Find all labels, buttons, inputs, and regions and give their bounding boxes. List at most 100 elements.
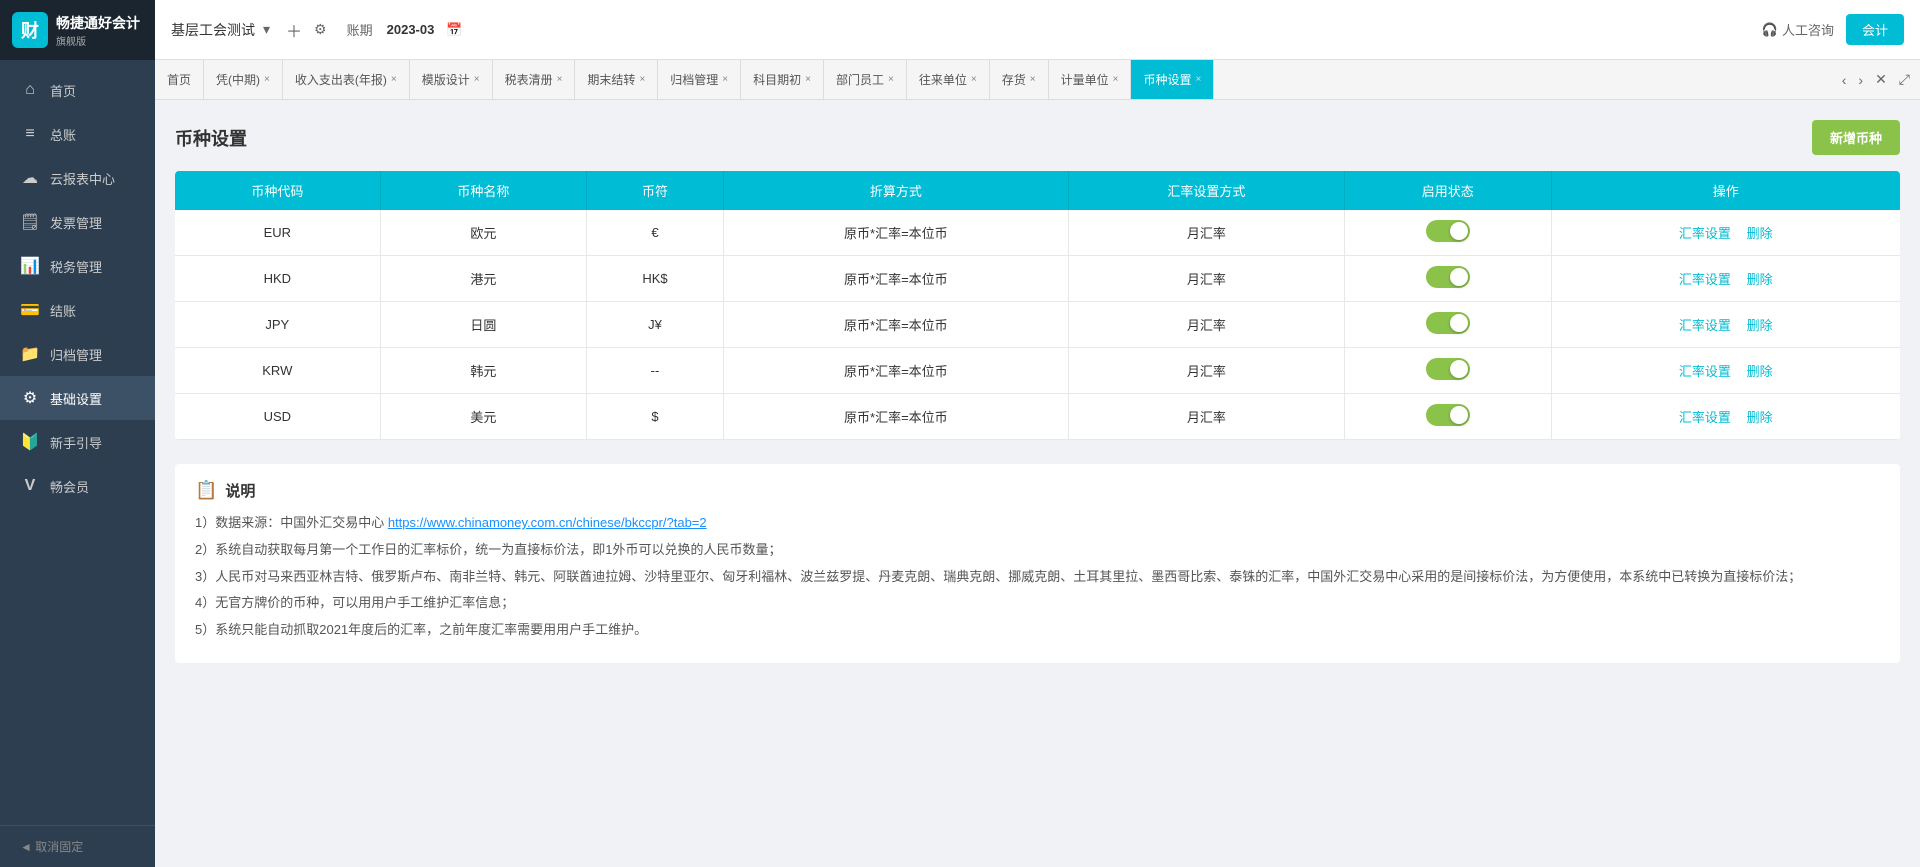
account-button[interactable]: 会计 xyxy=(1846,14,1904,45)
tab-voucher-close[interactable]: × xyxy=(264,74,270,85)
tab-period-close[interactable]: × xyxy=(639,74,645,85)
sidebar-item-home[interactable]: ⌂ 首页 xyxy=(0,68,155,112)
sidebar-item-tax[interactable]: 📊 税务管理 xyxy=(0,244,155,288)
cell-rate-type: 月汇率 xyxy=(1068,394,1344,440)
tab-voucher-label: 凭(中期) xyxy=(216,71,260,88)
sidebar-item-invoice[interactable]: 🗒 发票管理 xyxy=(0,200,155,244)
rate-setting-jpy[interactable]: 汇率设置 xyxy=(1679,318,1731,333)
content-area: 币种设置 新增币种 币种代码 币种名称 币符 折算方式 汇率设置方式 启用状态 … xyxy=(155,100,1920,867)
col-symbol: 币符 xyxy=(587,171,724,210)
delete-eur[interactable]: 删除 xyxy=(1747,226,1773,241)
ledger-icon: ≡ xyxy=(20,124,40,144)
company-dropdown-icon[interactable]: ▾ xyxy=(263,21,270,38)
cell-code: KRW xyxy=(175,348,380,394)
tab-currency-close[interactable]: × xyxy=(1195,74,1201,85)
sidebar-label-member: 畅会员 xyxy=(50,477,89,496)
sidebar-item-member[interactable]: V 畅会员 xyxy=(0,464,155,508)
cell-name: 美元 xyxy=(380,394,586,440)
help-button[interactable]: 🎧 人工咨询 xyxy=(1762,20,1834,39)
tab-template-close[interactable]: × xyxy=(474,74,480,85)
cell-code: USD xyxy=(175,394,380,440)
cell-calc: 原币*汇率=本位币 xyxy=(723,394,1068,440)
cell-action: 汇率设置 删除 xyxy=(1551,210,1900,256)
sidebar-label-ledger: 总账 xyxy=(50,125,76,144)
sidebar-label-guide: 新手引导 xyxy=(50,433,102,452)
cell-status xyxy=(1345,210,1551,256)
tab-income[interactable]: 收入支出表(年报) × xyxy=(283,60,410,100)
tab-archive-close[interactable]: × xyxy=(722,74,728,85)
tab-tax[interactable]: 税表清册 × xyxy=(493,60,576,100)
table-row: USD 美元 $ 原币*汇率=本位币 月汇率 汇率设置 删除 xyxy=(175,394,1900,440)
cell-calc: 原币*汇率=本位币 xyxy=(723,302,1068,348)
sidebar: 财 畅捷通好会计 旗舰版 ⌂ 首页 ≡ 总账 ☁ 云报表中心 🗒 发票管理 📊 … xyxy=(0,0,155,867)
sidebar-item-settings[interactable]: ⚙ 基础设置 xyxy=(0,376,155,420)
cell-status xyxy=(1345,302,1551,348)
tab-template-label: 模版设计 xyxy=(422,71,470,88)
currency-table: 币种代码 币种名称 币符 折算方式 汇率设置方式 启用状态 操作 EUR 欧元 … xyxy=(175,171,1900,440)
sidebar-pin-toggle[interactable]: ◄ 取消固定 xyxy=(0,825,155,867)
tab-dept-label: 部门员工 xyxy=(836,71,884,88)
rate-setting-krw[interactable]: 汇率设置 xyxy=(1679,364,1731,379)
tab-unit[interactable]: 计量单位 × xyxy=(1049,60,1132,100)
delete-jpy[interactable]: 删除 xyxy=(1747,318,1773,333)
tabs-close-all-icon[interactable]: ✕ xyxy=(1871,69,1891,90)
toggle-jpy[interactable] xyxy=(1426,312,1470,334)
tabs-navigation: ‹ › ✕ ⤢ xyxy=(1832,69,1920,90)
settings-nav-icon: ⚙ xyxy=(20,388,40,408)
rate-setting-eur[interactable]: 汇率设置 xyxy=(1679,226,1731,241)
tab-period-label: 期末结转 xyxy=(587,71,635,88)
tab-tax-close[interactable]: × xyxy=(557,74,563,85)
tab-home[interactable]: 首页 xyxy=(155,60,204,100)
tab-archive[interactable]: 归档管理 × xyxy=(658,60,741,100)
sidebar-item-archive[interactable]: 📁 归档管理 xyxy=(0,332,155,376)
rate-setting-hkd[interactable]: 汇率设置 xyxy=(1679,272,1731,287)
tabs-prev-icon[interactable]: ‹ xyxy=(1838,70,1851,90)
page-title: 币种设置 xyxy=(175,125,247,151)
new-currency-button[interactable]: 新增币种 xyxy=(1812,120,1900,155)
tax-icon: 📊 xyxy=(20,256,40,276)
delete-usd[interactable]: 删除 xyxy=(1747,410,1773,425)
sidebar-item-guide[interactable]: 🔰 新手引导 xyxy=(0,420,155,464)
rate-setting-usd[interactable]: 汇率设置 xyxy=(1679,410,1731,425)
sidebar-item-settle[interactable]: 💳 结账 xyxy=(0,288,155,332)
tab-template[interactable]: 模版设计 × xyxy=(410,60,493,100)
delete-hkd[interactable]: 删除 xyxy=(1747,272,1773,287)
tab-inventory-close[interactable]: × xyxy=(1030,74,1036,85)
toggle-krw[interactable] xyxy=(1426,358,1470,380)
tab-income-close[interactable]: × xyxy=(391,74,397,85)
sidebar-item-ledger[interactable]: ≡ 总账 xyxy=(0,112,155,156)
tab-subject-close[interactable]: × xyxy=(805,74,811,85)
tab-home-label: 首页 xyxy=(167,71,191,88)
delete-krw[interactable]: 删除 xyxy=(1747,364,1773,379)
tab-currency[interactable]: 币种设置 × xyxy=(1131,60,1214,100)
note-item-5: 5）系统只能自动抓取2021年度后的汇率，之前年度汇率需要用用户手工维护。 xyxy=(195,620,1880,641)
tabs-next-icon[interactable]: › xyxy=(1854,70,1867,90)
sidebar-label-reports: 云报表中心 xyxy=(50,169,115,188)
add-company-icon[interactable]: ＋ xyxy=(286,18,302,42)
note-link[interactable]: https://www.chinamoney.com.cn/chinese/bk… xyxy=(388,515,707,530)
tab-unit-close[interactable]: × xyxy=(1113,74,1119,85)
tabs-expand-icon[interactable]: ⤢ xyxy=(1895,69,1914,90)
company-settings-icon[interactable]: ⚙ xyxy=(314,21,327,38)
tab-subject[interactable]: 科目期初 × xyxy=(741,60,824,100)
tab-inventory[interactable]: 存货 × xyxy=(990,60,1049,100)
col-status: 启用状态 xyxy=(1345,171,1551,210)
tab-dept-close[interactable]: × xyxy=(888,74,894,85)
tab-dept[interactable]: 部门员工 × xyxy=(824,60,907,100)
cell-action: 汇率设置 删除 xyxy=(1551,256,1900,302)
calendar-icon[interactable]: 📅 xyxy=(446,22,462,38)
toggle-usd[interactable] xyxy=(1426,404,1470,426)
guide-icon: 🔰 xyxy=(20,432,40,452)
cell-symbol: -- xyxy=(587,348,724,394)
toggle-hkd[interactable] xyxy=(1426,266,1470,288)
note-item-4: 4）无官方牌价的币种，可以用用户手工维护汇率信息； xyxy=(195,593,1880,614)
cell-calc: 原币*汇率=本位币 xyxy=(723,210,1068,256)
sidebar-item-reports[interactable]: ☁ 云报表中心 xyxy=(0,156,155,200)
tab-partner-close[interactable]: × xyxy=(971,74,977,85)
tab-partner[interactable]: 往来单位 × xyxy=(907,60,990,100)
cell-name: 日圆 xyxy=(380,302,586,348)
toggle-eur[interactable] xyxy=(1426,220,1470,242)
tab-period[interactable]: 期末结转 × xyxy=(575,60,658,100)
tab-voucher[interactable]: 凭(中期) × xyxy=(204,60,283,100)
tabs-bar: 首页 凭(中期) × 收入支出表(年报) × 模版设计 × 税表清册 × 期末结… xyxy=(155,60,1920,100)
